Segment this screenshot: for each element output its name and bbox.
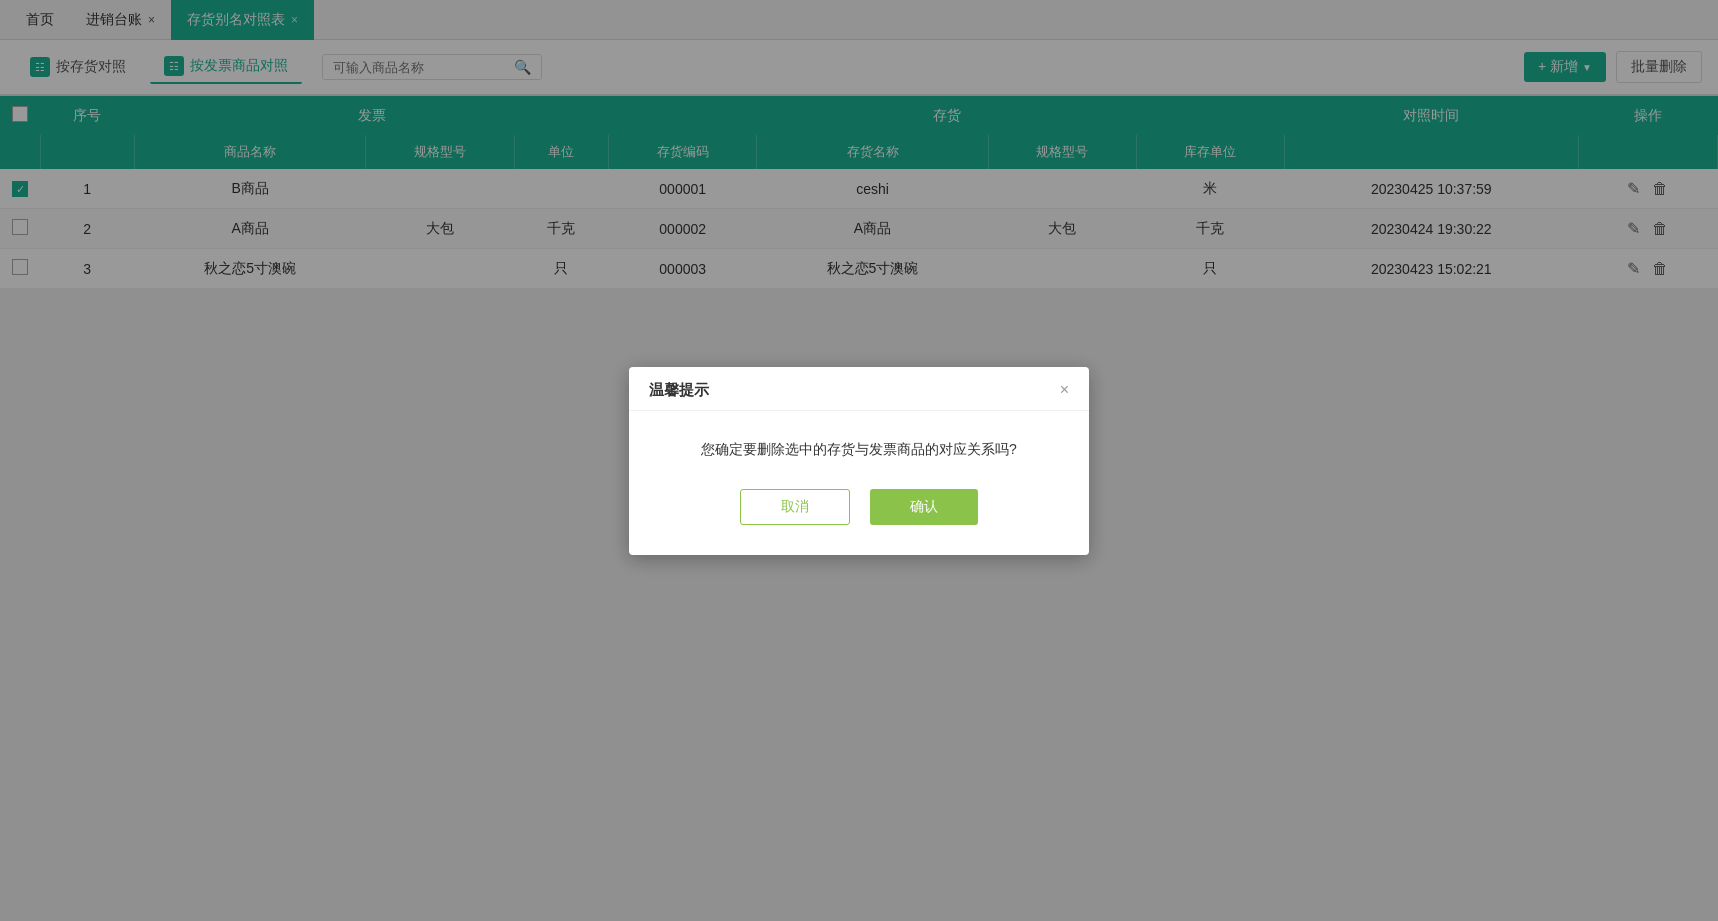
dialog-header: 温馨提示 × bbox=[629, 367, 1089, 411]
dialog-footer: 取消 确认 bbox=[629, 479, 1089, 555]
dialog-title: 温馨提示 bbox=[649, 381, 709, 400]
confirm-dialog: 温馨提示 × 您确定要删除选中的存货与发票商品的对应关系吗? 取消 确认 bbox=[629, 367, 1089, 555]
dialog-close-button[interactable]: × bbox=[1060, 382, 1069, 398]
dialog-cancel-button[interactable]: 取消 bbox=[740, 489, 850, 525]
dialog-message: 您确定要删除选中的存货与发票商品的对应关系吗? bbox=[701, 441, 1017, 457]
dialog-overlay: 温馨提示 × 您确定要删除选中的存货与发票商品的对应关系吗? 取消 确认 bbox=[0, 0, 1718, 921]
dialog-body: 您确定要删除选中的存货与发票商品的对应关系吗? bbox=[629, 411, 1089, 479]
dialog-confirm-button[interactable]: 确认 bbox=[870, 489, 978, 525]
